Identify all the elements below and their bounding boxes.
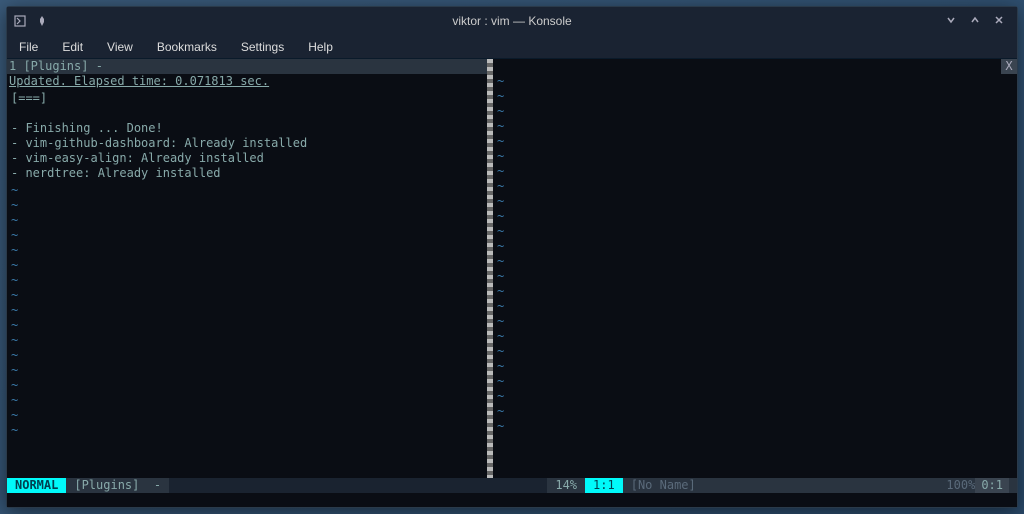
menu-bookmarks[interactable]: Bookmarks xyxy=(157,40,217,54)
position-segment: 1:1 xyxy=(585,478,623,493)
tab-label[interactable]: 1 [Plugins] - xyxy=(9,59,103,74)
mode-indicator: NORMAL xyxy=(7,478,66,493)
plugin-output: [===] - Finishing ... Done! - vim-github… xyxy=(7,89,487,183)
minimize-button[interactable] xyxy=(945,13,957,29)
inactive-percent: 100% xyxy=(946,478,975,493)
maximize-button[interactable] xyxy=(969,13,981,29)
titlebar: viktor : vim — Konsole xyxy=(7,7,1017,35)
close-button[interactable] xyxy=(993,13,1005,29)
output-line: - nerdtree: Already installed xyxy=(11,166,221,180)
vim-left-pane[interactable]: 1 [Plugins] - Updated. Elapsed time: 0.0… xyxy=(7,59,487,478)
empty-lines: ~~~~~~~~~~~~~~~~~~~~~~~~ xyxy=(493,59,1017,434)
output-line: - vim-easy-align: Already installed xyxy=(11,151,264,165)
app-menu-icon[interactable] xyxy=(13,14,27,28)
vim-right-pane[interactable]: X ~~~~~~~~~~~~~~~~~~~~~~~~ xyxy=(493,59,1017,478)
vim-statusline: NORMAL [Plugins] - 14% 1:1 [No Name] 100… xyxy=(7,478,1017,493)
menu-edit[interactable]: Edit xyxy=(62,40,83,54)
inactive-filename: [No Name] xyxy=(631,478,696,493)
pin-icon[interactable] xyxy=(35,14,49,28)
inactive-position: 0:1 xyxy=(975,478,1009,493)
window-title: viktor : vim — Konsole xyxy=(133,14,891,28)
output-line: - Finishing ... Done! xyxy=(11,121,163,135)
update-status-line: Updated. Elapsed time: 0.071813 sec. xyxy=(7,74,487,89)
menu-settings[interactable]: Settings xyxy=(241,40,284,54)
inactive-statusline: [No Name] 100% 0:1 xyxy=(623,478,1017,493)
menubar: File Edit View Bookmarks Settings Help xyxy=(7,35,1017,59)
vim-tabline: 1 [Plugins] - xyxy=(7,59,487,74)
output-line: - vim-github-dashboard: Already installe… xyxy=(11,136,307,150)
filename-segment: [Plugins] - xyxy=(66,478,169,493)
progress-bar: [===] xyxy=(11,91,47,105)
tab-close-button[interactable]: X xyxy=(1001,59,1017,74)
command-line-area[interactable] xyxy=(7,493,1017,507)
percent-segment: 14% xyxy=(547,478,585,493)
terminal-area[interactable]: 1 [Plugins] - Updated. Elapsed time: 0.0… xyxy=(7,59,1017,507)
status-spacer xyxy=(169,478,547,493)
menu-file[interactable]: File xyxy=(19,40,38,54)
app-window: viktor : vim — Konsole File Edit View Bo… xyxy=(6,6,1018,508)
menu-view[interactable]: View xyxy=(107,40,133,54)
menu-help[interactable]: Help xyxy=(308,40,333,54)
empty-lines: ~~~~~~~~~~~~~~~~~ xyxy=(7,183,487,438)
